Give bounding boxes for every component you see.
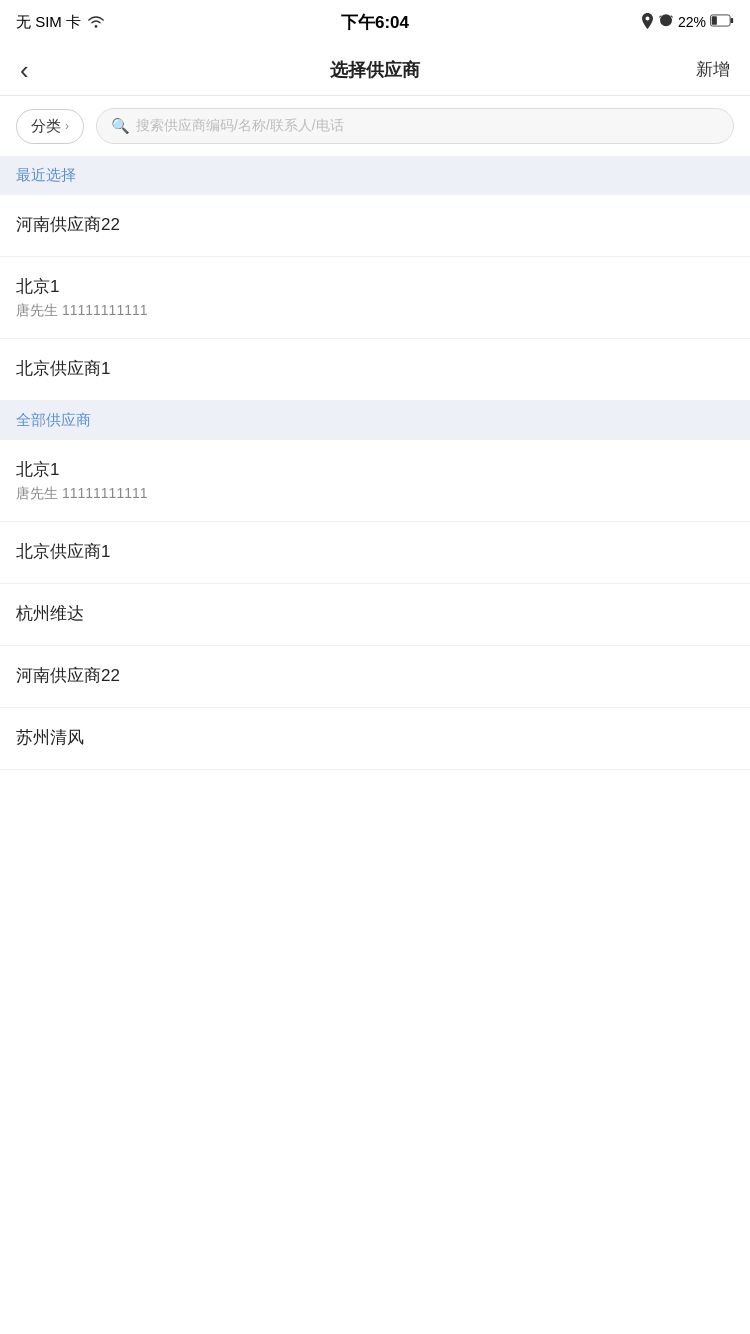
search-icon: 🔍 (111, 117, 130, 135)
list-item[interactable]: 杭州维达 (0, 584, 750, 646)
back-button[interactable]: ‹ (20, 57, 29, 83)
battery-icon (710, 14, 734, 30)
item-name: 北京1 (16, 458, 734, 481)
item-name: 北京1 (16, 275, 734, 298)
filter-bar: 分类 › 🔍 搜索供应商编码/名称/联系人/电话 (0, 96, 750, 156)
list-item[interactable]: 苏州清风 (0, 708, 750, 770)
nav-bar: ‹ 选择供应商 新增 (0, 44, 750, 96)
supplier-list: 最近选择河南供应商22 北京1 唐先生 11111111111 北京供应商1 全部供应商… (0, 156, 750, 770)
item-name: 河南供应商22 (16, 213, 734, 236)
sim-text: 无 SIM 卡 (16, 13, 81, 32)
status-time: 下午6:04 (341, 11, 409, 34)
list-item[interactable]: 北京1 唐先生 11111111111 (0, 257, 750, 339)
chevron-right-icon: › (65, 119, 69, 133)
category-label: 分类 (31, 117, 61, 136)
page-title: 选择供应商 (330, 58, 420, 82)
svg-rect-2 (731, 18, 734, 23)
search-placeholder: 搜索供应商编码/名称/联系人/电话 (136, 117, 344, 135)
item-name: 北京供应商1 (16, 357, 734, 380)
item-sub: 唐先生 11111111111 (16, 485, 734, 503)
alarm-icon (658, 13, 674, 32)
status-right: 22% (641, 13, 734, 32)
list-item[interactable]: 北京供应商1 (0, 522, 750, 584)
search-box[interactable]: 🔍 搜索供应商编码/名称/联系人/电话 (96, 108, 734, 144)
item-sub: 唐先生 11111111111 (16, 302, 734, 320)
list-item[interactable]: 北京供应商1 (0, 339, 750, 401)
svg-rect-1 (712, 16, 717, 25)
item-name: 苏州清风 (16, 726, 734, 749)
add-button[interactable]: 新增 (696, 58, 730, 81)
list-item[interactable]: 河南供应商22 (0, 646, 750, 708)
item-name: 杭州维达 (16, 602, 734, 625)
wifi-icon (87, 14, 105, 31)
list-item[interactable]: 北京1 唐先生 11111111111 (0, 440, 750, 522)
status-bar: 无 SIM 卡 下午6:04 22% (0, 0, 750, 44)
section-header-recent: 最近选择 (0, 156, 750, 195)
battery-text: 22% (678, 14, 706, 30)
status-left: 无 SIM 卡 (16, 13, 105, 32)
category-button[interactable]: 分类 › (16, 109, 84, 144)
section-header-all: 全部供应商 (0, 401, 750, 440)
item-name: 河南供应商22 (16, 664, 734, 687)
list-item[interactable]: 河南供应商22 (0, 195, 750, 257)
item-name: 北京供应商1 (16, 540, 734, 563)
location-icon (641, 13, 654, 32)
